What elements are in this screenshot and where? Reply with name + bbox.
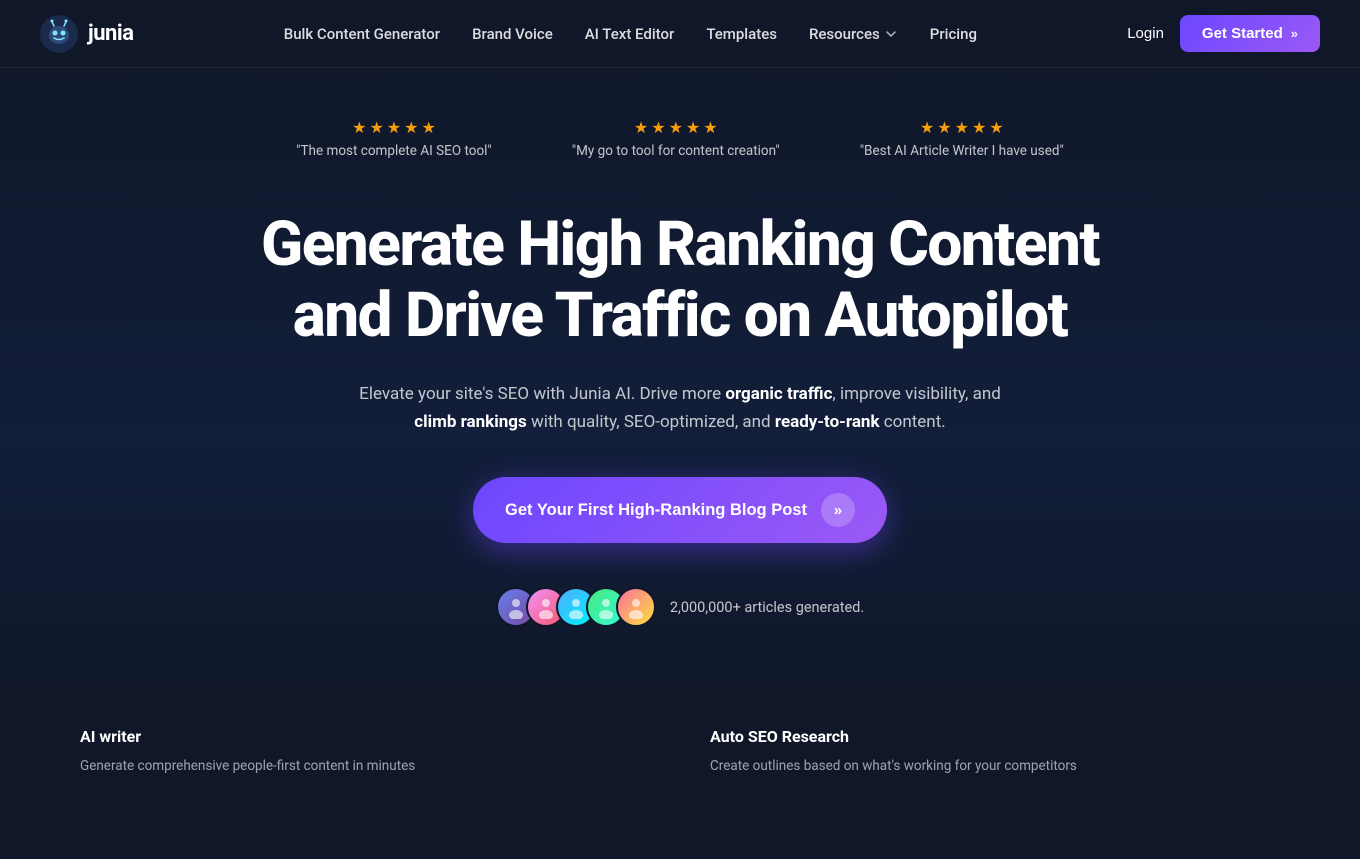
social-proof: 2,000,000+ articles generated. [496,587,864,627]
hero-headline: Generate High Ranking Content and Drive … [261,209,1099,352]
feature-ai-writer: AI writer Generate comprehensive people-… [80,727,650,778]
nav-actions: Login Get Started » [1127,15,1320,52]
star: ★ [634,118,648,137]
star: ★ [955,118,969,137]
logo-link[interactable]: junia [40,15,133,53]
star: ★ [669,118,683,137]
reviews-row: ★ ★ ★ ★ ★ "The most complete AI SEO tool… [230,118,1130,159]
star: ★ [352,118,366,137]
star: ★ [387,118,401,137]
nav-resources[interactable]: Resources [809,25,898,43]
star: ★ [937,118,951,137]
review-text-2: "My go to tool for content creation" [572,143,780,159]
star: ★ [972,118,986,137]
nav-ai-text-editor[interactable]: AI Text Editor [585,25,675,43]
logo-text: junia [88,21,133,46]
star: ★ [651,118,665,137]
avatar-face-1 [504,595,528,619]
avatar-face-2 [534,595,558,619]
feature-ai-writer-desc: Generate comprehensive people-first cont… [80,756,650,778]
star: ★ [686,118,700,137]
avatar-face-5 [624,595,648,619]
features-row: AI writer Generate comprehensive people-… [0,687,1360,798]
avatar-face-4 [594,595,618,619]
feature-auto-seo-desc: Create outlines based on what's working … [710,756,1280,778]
nav-pricing[interactable]: Pricing [930,25,977,43]
double-chevron-icon: » [1291,26,1298,41]
navigation: junia Bulk Content Generator Brand Voice… [0,0,1360,68]
avatar-face-3 [564,595,588,619]
review-item-2: ★ ★ ★ ★ ★ "My go to tool for content cre… [572,118,780,159]
get-started-button[interactable]: Get Started » [1180,15,1320,52]
nav-links: Bulk Content Generator Brand Voice AI Te… [284,24,977,43]
nav-bulk-content[interactable]: Bulk Content Generator [284,25,440,43]
chevron-down-icon [884,27,898,41]
cta-arrow-icon: » [821,493,855,527]
review-item-1: ★ ★ ★ ★ ★ "The most complete AI SEO tool… [296,118,492,159]
articles-count-text: 2,000,000+ articles generated. [670,599,864,616]
hero-section: ★ ★ ★ ★ ★ "The most complete AI SEO tool… [0,68,1360,687]
nav-templates[interactable]: Templates [706,25,777,43]
feature-auto-seo-title: Auto SEO Research [710,727,1280,746]
star: ★ [920,118,934,137]
avatars-group [496,587,656,627]
hero-subtext: Elevate your site's SEO with Junia AI. D… [340,380,1020,438]
star: ★ [703,118,717,137]
star: ★ [404,118,418,137]
hero-cta-button[interactable]: Get Your First High-Ranking Blog Post » [473,477,887,543]
star: ★ [989,118,1003,137]
nav-brand-voice[interactable]: Brand Voice [472,25,553,43]
login-button[interactable]: Login [1127,25,1164,42]
review-text-3: "Best AI Article Writer I have used" [860,143,1064,159]
logo-icon [40,15,78,53]
feature-ai-writer-title: AI writer [80,727,650,746]
review-text-1: "The most complete AI SEO tool" [296,143,492,159]
review-item-3: ★ ★ ★ ★ ★ "Best AI Article Writer I have… [860,118,1064,159]
stars-3: ★ ★ ★ ★ ★ [920,118,1004,137]
stars-2: ★ ★ ★ ★ ★ [634,118,718,137]
avatar-5 [616,587,656,627]
feature-auto-seo: Auto SEO Research Create outlines based … [710,727,1280,778]
star: ★ [421,118,435,137]
stars-1: ★ ★ ★ ★ ★ [352,118,436,137]
star: ★ [369,118,383,137]
